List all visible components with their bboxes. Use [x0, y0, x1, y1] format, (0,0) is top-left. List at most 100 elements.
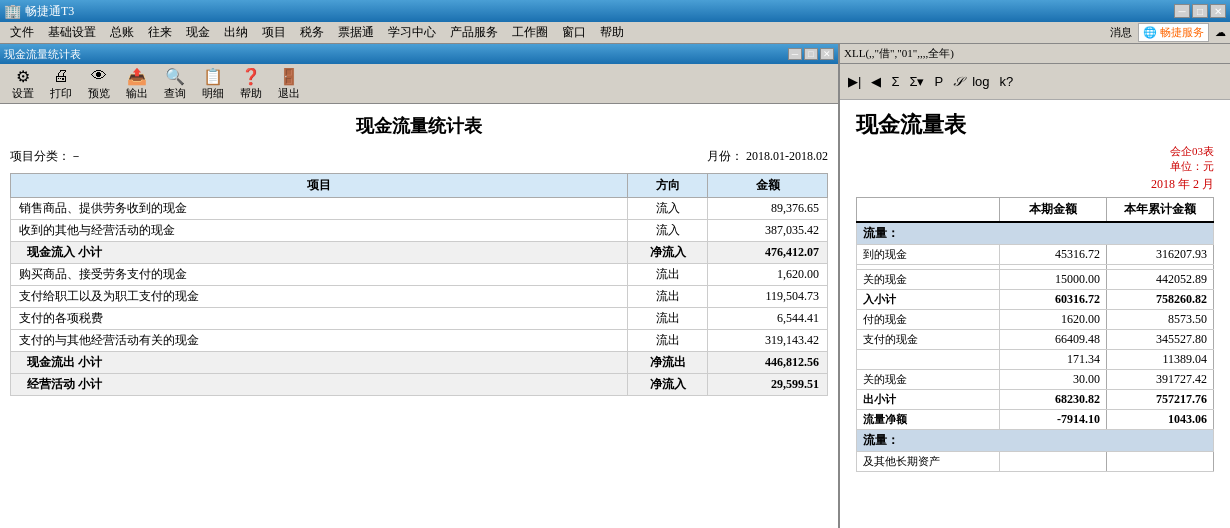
- rc-table-row: 流量：: [857, 430, 1214, 452]
- inner-close[interactable]: ✕: [820, 48, 834, 60]
- query-icon: 🔍: [163, 66, 187, 86]
- menu-voucher[interactable]: 票据通: [332, 22, 380, 43]
- rc-row-ytd: 316207.93: [1106, 245, 1213, 265]
- rc-table-row: 关的现金15000.00442052.89: [857, 270, 1214, 290]
- row-item: 现金流出 小计: [11, 352, 628, 374]
- rc-row-ytd: 11389.04: [1106, 350, 1213, 370]
- inner-maximize[interactable]: □: [804, 48, 818, 60]
- app-layout: 现金流量统计表 ─ □ ✕ ⚙ 设置 🖨 打印 👁 预览 📤: [0, 44, 1230, 528]
- rc-table-row: 171.3411389.04: [857, 350, 1214, 370]
- detail-label: 明细: [202, 86, 224, 101]
- online-status: 消息: [1110, 25, 1132, 40]
- rtool-kq[interactable]: k?: [996, 72, 1018, 91]
- rc-table-row: 流量净额-7914.101043.06: [857, 410, 1214, 430]
- row-amount: 89,376.65: [708, 198, 828, 220]
- rc-row-ytd: 757217.76: [1106, 390, 1213, 410]
- preview-label: 预览: [88, 86, 110, 101]
- row-dir: 流出: [628, 308, 708, 330]
- menu-window[interactable]: 窗口: [556, 22, 592, 43]
- table-row: 现金流出 小计净流出446,812.56: [11, 352, 828, 374]
- rtool-back[interactable]: ◀: [867, 72, 885, 91]
- service-link[interactable]: 🌐 畅捷服务: [1138, 23, 1209, 42]
- toolbar-query[interactable]: 🔍 查询: [160, 66, 190, 101]
- menu-help[interactable]: 帮助: [594, 22, 630, 43]
- rtool-log[interactable]: log: [968, 72, 993, 91]
- menu-tax[interactable]: 税务: [294, 22, 330, 43]
- rc-row-ytd: 442052.89: [1106, 270, 1213, 290]
- table-row: 支付的与其他经营活动有关的现金流出319,143.42: [11, 330, 828, 352]
- toolbar-detail[interactable]: 📋 明细: [198, 66, 228, 101]
- app-icon: 🏢: [4, 3, 21, 20]
- toolbar-preview[interactable]: 👁 预览: [84, 66, 114, 101]
- row-dir: 流入: [628, 198, 708, 220]
- col-amount: 金额: [708, 174, 828, 198]
- inner-window-title: 现金流量统计表: [4, 47, 81, 62]
- rtool-p[interactable]: P: [930, 72, 947, 91]
- rtool-play[interactable]: ▶|: [844, 72, 865, 91]
- rc-table-row: 支付的现金66409.48345527.80: [857, 330, 1214, 350]
- table-row: 支付给职工以及为职工支付的现金流出119,504.73: [11, 286, 828, 308]
- rc-row-current: 66409.48: [999, 330, 1106, 350]
- menu-learning[interactable]: 学习中心: [382, 22, 442, 43]
- rtool-s[interactable]: 𝒮: [949, 72, 966, 92]
- rc-row-ytd: [1106, 452, 1213, 472]
- menu-settings[interactable]: 基础设置: [42, 22, 102, 43]
- rc-section-label: 流量：: [857, 222, 1214, 245]
- table-row: 支付的各项税费流出6,544.41: [11, 308, 828, 330]
- rc-row-label: 关的现金: [857, 270, 1000, 290]
- rc-col-ytd: 本年累计金额: [1106, 198, 1213, 223]
- maximize-button[interactable]: □: [1192, 4, 1208, 18]
- rc-row-current: 30.00: [999, 370, 1106, 390]
- rc-row-label: 出小计: [857, 390, 1000, 410]
- toolbar-exit[interactable]: 🚪 退出: [274, 66, 304, 101]
- rc-row-current: 1620.00: [999, 310, 1106, 330]
- right-report-content: 现金流量表 会企03表 单位：元 2018 年 2 月 本期金额 本年累计金额: [840, 100, 1230, 528]
- period-label: 月份： 2018.01-2018.02: [707, 148, 828, 165]
- toolbar-export[interactable]: 📤 输出: [122, 66, 152, 101]
- row-item: 经营活动 小计: [11, 374, 628, 396]
- menu-project[interactable]: 项目: [256, 22, 292, 43]
- row-dir: 净流出: [628, 352, 708, 374]
- right-toolbar: ▶| ◀ Σ Σ▾ P 𝒮 log k?: [840, 64, 1230, 100]
- close-button[interactable]: ✕: [1210, 4, 1226, 18]
- report-content: 现金流量统计表 项目分类：－ 月份： 2018.01-2018.02 项目 方向…: [0, 104, 838, 528]
- quick-toolbar: ⚙ 设置 🖨 打印 👁 预览 📤 输出 🔍 查询 📋 明细: [0, 64, 838, 104]
- inner-minimize[interactable]: ─: [788, 48, 802, 60]
- menu-file[interactable]: 文件: [4, 22, 40, 43]
- rc-row-label: 流量净额: [857, 410, 1000, 430]
- toolbar-setup[interactable]: ⚙ 设置: [8, 66, 38, 101]
- exit-icon: 🚪: [277, 66, 301, 86]
- row-amount: 6,544.41: [708, 308, 828, 330]
- rc-row-ytd: 345527.80: [1106, 330, 1213, 350]
- toolbar-print[interactable]: 🖨 打印: [46, 66, 76, 101]
- menu-bar: 文件 基础设置 总账 往来 现金 出纳 项目 税务 票据通 学习中心 产品服务 …: [0, 22, 1230, 44]
- rc-row-current: 60316.72: [999, 290, 1106, 310]
- minimize-button[interactable]: ─: [1174, 4, 1190, 18]
- project-label: 项目分类：－: [10, 148, 82, 165]
- rc-row-current: -7914.10: [999, 410, 1106, 430]
- toolbar-help[interactable]: ❓ 帮助: [236, 66, 266, 101]
- menu-workgroup[interactable]: 工作圈: [506, 22, 554, 43]
- menu-ledger[interactable]: 总账: [104, 22, 140, 43]
- menu-products[interactable]: 产品服务: [444, 22, 504, 43]
- table-row: 销售商品、提供劳务收到的现金流入89,376.65: [11, 198, 828, 220]
- rtool-sum[interactable]: Σ: [887, 72, 903, 91]
- row-dir: 净流入: [628, 374, 708, 396]
- row-item: 销售商品、提供劳务收到的现金: [11, 198, 628, 220]
- title-bar-controls: ─ □ ✕: [1174, 4, 1226, 18]
- rtool-sumdown[interactable]: Σ▾: [905, 72, 928, 91]
- org-label: 会企03表: [1170, 144, 1214, 159]
- table-row: 经营活动 小计净流入29,599.51: [11, 374, 828, 396]
- formula-text: XLL(,,"借","01",,,,全年): [844, 46, 954, 61]
- menu-cashier[interactable]: 出纳: [218, 22, 254, 43]
- menu-cash[interactable]: 现金: [180, 22, 216, 43]
- title-bar: 🏢 畅捷通T3 ─ □ ✕: [0, 0, 1230, 22]
- inner-window-controls: ─ □ ✕: [788, 48, 834, 60]
- detail-icon: 📋: [201, 66, 225, 86]
- menu-transactions[interactable]: 往来: [142, 22, 178, 43]
- col-dir: 方向: [628, 174, 708, 198]
- row-dir: 流出: [628, 286, 708, 308]
- rc-table-row: 及其他长期资产: [857, 452, 1214, 472]
- rc-row-label: 及其他长期资产: [857, 452, 1000, 472]
- rc-row-label: 到的现金: [857, 245, 1000, 265]
